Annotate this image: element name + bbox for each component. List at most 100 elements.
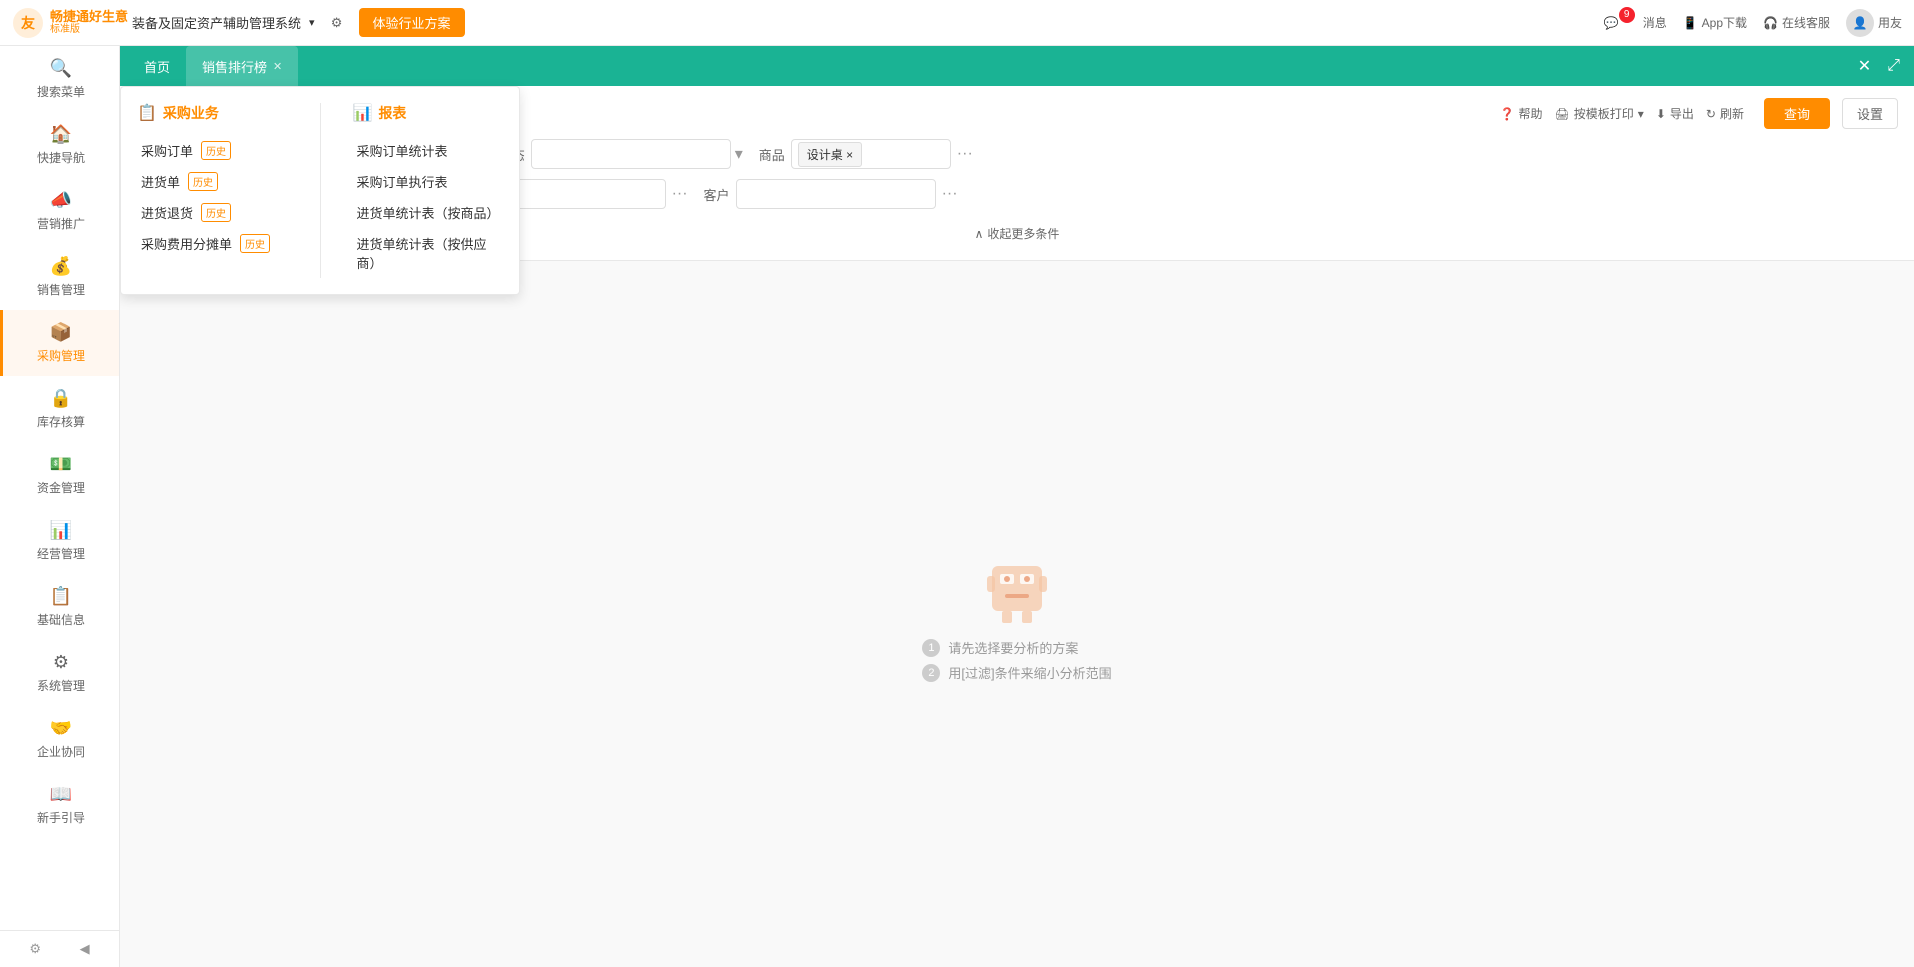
sidebar-label-sales: 销售管理 xyxy=(37,281,85,298)
report-col-title-text: 报表 xyxy=(378,103,406,123)
report-col-icon: 📊 xyxy=(353,103,373,123)
dropdown-item-in-stats-supplier[interactable]: 进货单统计表（按供应商） xyxy=(353,228,504,278)
refresh-icon: ↻ xyxy=(1706,107,1716,121)
salesperson-more-btn[interactable]: ··· xyxy=(672,185,688,203)
search-icon: 🔍 xyxy=(50,58,72,79)
goods-tag-text: 设计桌 × xyxy=(807,146,853,163)
customer-label: 客户 xyxy=(704,185,730,204)
sidebar-item-operations[interactable]: 📊 经营管理 xyxy=(0,508,119,574)
customer-input[interactable] xyxy=(736,179,936,209)
export-label: 导出 xyxy=(1670,105,1694,122)
empty-hint-1: 1 请先选择要分析的方案 xyxy=(922,638,1111,657)
sidebar-label-system: 系统管理 xyxy=(37,677,85,694)
app-download-label: App下载 xyxy=(1702,14,1747,31)
dropdown-item-in-stats-goods[interactable]: 进货单统计表（按商品） xyxy=(353,197,504,228)
tab-sales-ranking[interactable]: 销售排行榜 ✕ xyxy=(186,46,298,86)
app-download-btn[interactable]: 📱 App下载 xyxy=(1683,14,1747,31)
print-btn[interactable]: 🖨 按模板打印 ▾ xyxy=(1555,105,1644,122)
industry-button[interactable]: 体验行业方案 xyxy=(359,8,465,37)
online-service-btn[interactable]: 🎧 在线客服 xyxy=(1763,14,1830,31)
export-icon: ⬇ xyxy=(1656,107,1666,121)
purchase-col: 📋 采购业务 采购订单 历史 进货单 历史 进货退货 历史 xyxy=(137,103,288,278)
export-btn[interactable]: ⬇ 导出 xyxy=(1656,105,1694,122)
marketing-icon: 📣 xyxy=(50,190,72,211)
print-dropdown-arrow: ▾ xyxy=(1638,107,1644,121)
tab-close-icon[interactable]: ✕ xyxy=(273,60,282,73)
purchase-icon: 📦 xyxy=(50,322,72,343)
doc-status-input[interactable] xyxy=(531,139,731,169)
customer-more-btn[interactable]: ··· xyxy=(942,185,958,203)
dropdown-item-order-stats[interactable]: 采购订单统计表 xyxy=(353,135,504,166)
home-icon: 🏠 xyxy=(50,124,72,145)
message-badge: 9 xyxy=(1619,7,1635,23)
collapse-text: 收起更多条件 xyxy=(987,225,1059,242)
online-service-label: 在线客服 xyxy=(1782,14,1830,31)
tab-expand-icon[interactable]: ⤢ xyxy=(1881,55,1906,77)
header-right: 💬 9 消息 📱 App下载 🎧 在线客服 👤 用友 xyxy=(1604,9,1902,37)
tab-home[interactable]: 首页 xyxy=(128,46,186,86)
sidebar-item-quick[interactable]: 🏠 快捷导航 xyxy=(0,112,119,178)
in-stats-supplier-label: 进货单统计表（按供应商） xyxy=(357,234,500,272)
empty-hint-2: 2 用[过滤]条件来缩小分析范围 xyxy=(922,663,1111,682)
sidebar-item-basic[interactable]: 📋 基础信息 xyxy=(0,574,119,640)
logo-title: 畅捷通好生意 xyxy=(50,9,128,25)
sidebar-settings-btn[interactable]: ⚙ xyxy=(29,941,41,957)
sidebar-item-enterprise[interactable]: 🤝 企业协同 xyxy=(0,706,119,772)
doc-status-expand[interactable]: ▾ xyxy=(735,144,743,164)
message-icon: 💬 xyxy=(1604,16,1619,30)
logo-area: 友 畅捷通好生意 标准版 xyxy=(12,7,132,39)
sidebar-label-guide: 新手引导 xyxy=(37,809,85,826)
order-exec-label: 采购订单执行表 xyxy=(357,172,448,191)
settings-button[interactable]: 设置 xyxy=(1842,98,1898,129)
header-settings-icon[interactable]: ⚙ xyxy=(323,9,351,37)
help-btn[interactable]: ❓ 帮助 xyxy=(1500,105,1543,122)
dropdown-item-purchase-return[interactable]: 进货退货 历史 xyxy=(137,197,288,228)
hint-num-1: 1 xyxy=(922,639,940,657)
refresh-btn[interactable]: ↻ 刷新 xyxy=(1706,105,1744,122)
messages-btn[interactable]: 💬 9 消息 xyxy=(1604,14,1667,31)
user-avatar: 👤 xyxy=(1846,9,1874,37)
dropdown-item-purchase-order[interactable]: 采购订单 历史 xyxy=(137,135,288,166)
query-button[interactable]: 查询 xyxy=(1764,98,1830,129)
tab-sales-ranking-label: 销售排行榜 xyxy=(202,57,267,76)
sidebar-item-marketing[interactable]: 📣 营销推广 xyxy=(0,178,119,244)
sidebar-item-purchase[interactable]: 📦 采购管理 xyxy=(0,310,119,376)
sidebar-item-inventory[interactable]: 🔒 库存核算 xyxy=(0,376,119,442)
sidebar-item-guide[interactable]: 📖 新手引导 xyxy=(0,772,119,838)
tab-close-all-icon[interactable]: ✕ xyxy=(1852,54,1877,78)
logo-text: 畅捷通好生意 标准版 xyxy=(50,9,128,37)
sidebar-label-operations: 经营管理 xyxy=(37,545,85,562)
system-icon: ⚙ xyxy=(53,652,69,673)
enterprise-icon: 🤝 xyxy=(50,718,72,739)
hint-num-2: 2 xyxy=(922,664,940,682)
purchase-in-label: 进货单 xyxy=(141,172,180,191)
header-system-name: 装备及固定资产辅助管理系统 ▾ ⚙ 体验行业方案 xyxy=(132,8,1604,37)
system-dropdown-arrow[interactable]: ▾ xyxy=(309,16,315,29)
goods-more-btn[interactable]: ··· xyxy=(957,145,973,163)
empty-hints: 1 请先选择要分析的方案 2 用[过滤]条件来缩小分析范围 xyxy=(922,638,1111,682)
sidebar-item-system[interactable]: ⚙ 系统管理 xyxy=(0,640,119,706)
dropdown-item-purchase-in[interactable]: 进货单 历史 xyxy=(137,166,288,197)
purchase-fee-label: 采购费用分摊单 xyxy=(141,234,232,253)
purchase-order-hist: 历史 xyxy=(201,141,231,160)
user-menu[interactable]: 👤 用友 xyxy=(1846,9,1902,37)
sales-icon: 💰 xyxy=(50,256,72,277)
sidebar-item-capital[interactable]: 💵 资金管理 xyxy=(0,442,119,508)
filter-customer: 客户 ··· xyxy=(704,179,958,209)
hint-text-2: 用[过滤]条件来缩小分析范围 xyxy=(948,663,1111,682)
sidebar-label-marketing: 营销推广 xyxy=(37,215,85,232)
sidebar-item-sales[interactable]: 💰 销售管理 xyxy=(0,244,119,310)
report-col-title: 📊 报表 xyxy=(353,103,504,123)
main-layout: 🔍 搜索菜单 🏠 快捷导航 📣 营销推广 💰 销售管理 📦 采购管理 🔒 库存核… xyxy=(0,46,1914,967)
sidebar-label-quick: 快捷导航 xyxy=(37,149,85,166)
hint-text-1: 请先选择要分析的方案 xyxy=(948,638,1078,657)
purchase-col-title: 📋 采购业务 xyxy=(137,103,288,123)
dropdown-item-purchase-fee[interactable]: 采购费用分摊单 历史 xyxy=(137,228,288,259)
sidebar-item-search[interactable]: 🔍 搜索菜单 xyxy=(0,46,119,112)
headset-icon: 🎧 xyxy=(1763,16,1778,30)
dropdown-item-order-exec[interactable]: 采购订单执行表 xyxy=(353,166,504,197)
tab-bar: 首页 销售排行榜 ✕ ✕ ⤢ 📋 采购业务 采购订单 xyxy=(120,46,1914,86)
sidebar-label-capital: 资金管理 xyxy=(37,479,85,496)
sidebar-collapse-btn[interactable]: ◀ xyxy=(80,941,90,957)
purchase-order-label: 采购订单 xyxy=(141,141,193,160)
